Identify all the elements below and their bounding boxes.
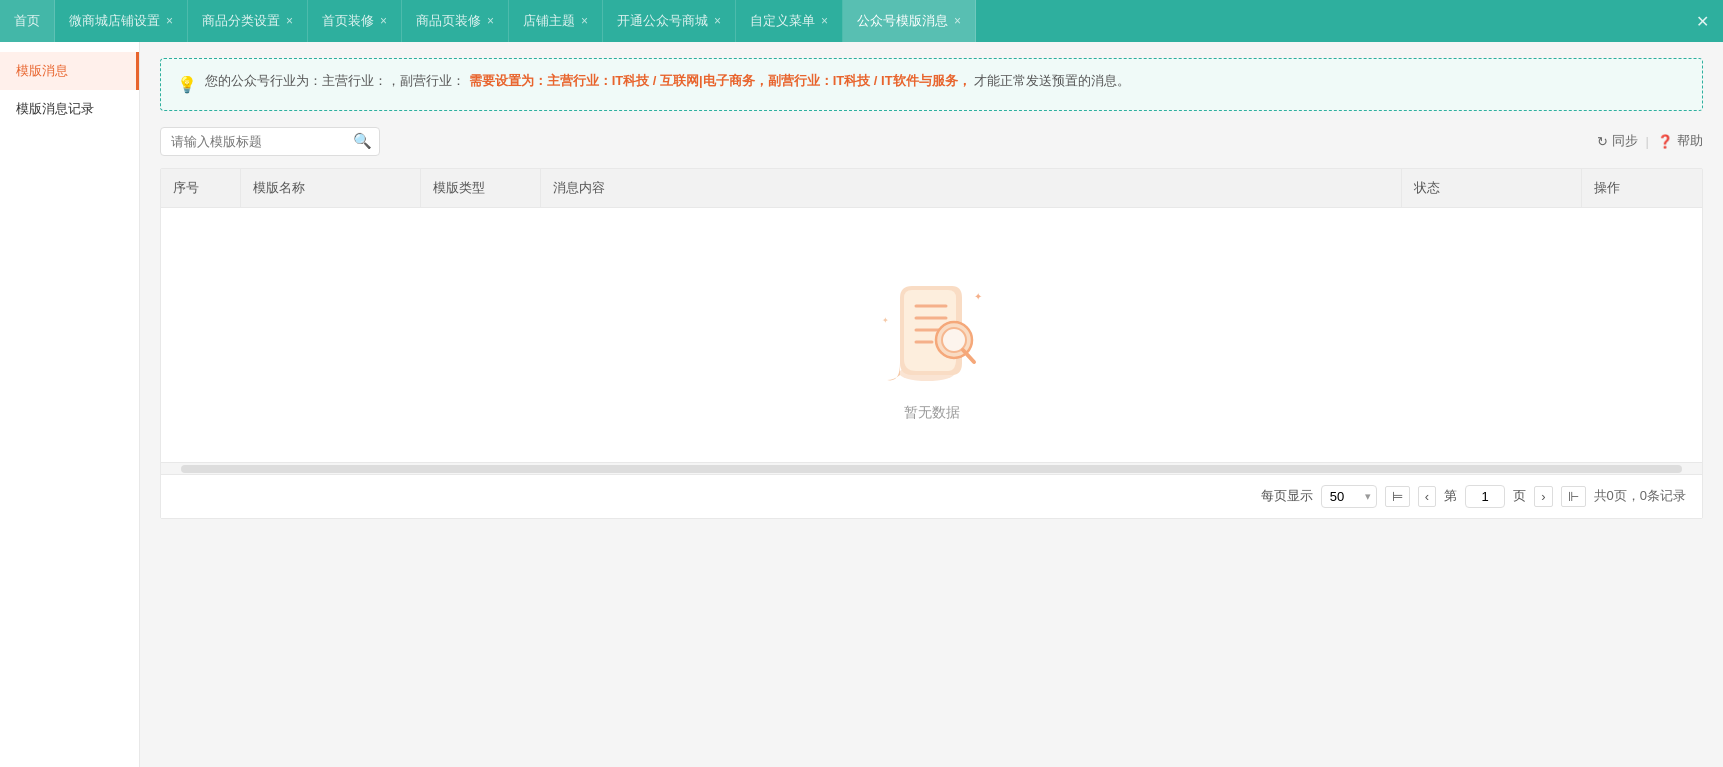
page-label-suffix: 页 <box>1513 487 1526 505</box>
tab-home-label: 首页 <box>14 12 40 30</box>
top-navigation: 首页 微商城店铺设置 × 商品分类设置 × 首页装修 × 商品页装修 × 店铺主… <box>0 0 1723 42</box>
next-page-button[interactable]: › <box>1534 486 1552 507</box>
tab-product-decor-label: 商品页装修 <box>416 12 481 30</box>
tab-template-msg-label: 公众号模版消息 <box>857 12 948 30</box>
notice-box: 💡 您的公众号行业为：主营行业：，副营行业： 需要设置为：主营行业：IT科技 /… <box>160 58 1703 111</box>
empty-state: ✦ ✦ 暂无数据 <box>161 208 1702 462</box>
total-info: 共0页，0条记录 <box>1594 487 1686 505</box>
close-all-button[interactable]: ✕ <box>1682 0 1723 42</box>
tab-shop-settings-label: 微商城店铺设置 <box>69 12 160 30</box>
search-bar: 🔍 ↻ 同步 | ❓ 帮助 <box>160 127 1703 156</box>
col-name: 模版名称 <box>241 169 421 207</box>
per-page-select-wrapper: 50 10 20 100 ▾ <box>1321 485 1377 508</box>
search-input-wrapper: 🔍 <box>160 127 380 156</box>
tab-home[interactable]: 首页 <box>0 0 55 42</box>
col-index: 序号 <box>161 169 241 207</box>
divider: | <box>1646 134 1649 149</box>
tab-product-decor-close[interactable]: × <box>487 14 494 28</box>
tab-open-mall[interactable]: 开通公众号商城 × <box>603 0 736 42</box>
tab-home-decor[interactable]: 首页装修 × <box>308 0 402 42</box>
notice-icon: 💡 <box>177 72 197 98</box>
tab-shop-theme-label: 店铺主题 <box>523 12 575 30</box>
page-label-prefix: 第 <box>1444 487 1457 505</box>
sync-icon: ↻ <box>1597 134 1608 149</box>
per-page-label: 每页显示 <box>1261 487 1313 505</box>
notice-text: 您的公众号行业为：主营行业：，副营行业： 需要设置为：主营行业：IT科技 / 互… <box>205 71 1130 92</box>
tab-home-decor-close[interactable]: × <box>380 14 387 28</box>
scrollbar-area[interactable] <box>161 462 1702 474</box>
help-label[interactable]: 帮助 <box>1677 132 1703 150</box>
last-page-button[interactable]: ⊩ <box>1561 486 1586 507</box>
tab-open-mall-close[interactable]: × <box>714 14 721 28</box>
tab-product-decor[interactable]: 商品页装修 × <box>402 0 509 42</box>
tab-custom-menu[interactable]: 自定义菜单 × <box>736 0 843 42</box>
sidebar-item-template-message[interactable]: 模版消息 <box>0 52 139 90</box>
tab-product-category-close[interactable]: × <box>286 14 293 28</box>
empty-text: 暂无数据 <box>904 404 960 422</box>
sidebar: 模版消息 模版消息记录 <box>0 42 140 767</box>
prev-page-button[interactable]: ‹ <box>1418 486 1436 507</box>
search-left: 🔍 <box>160 127 380 156</box>
svg-text:✦: ✦ <box>882 316 889 325</box>
tab-home-decor-label: 首页装修 <box>322 12 374 30</box>
empty-illustration: ✦ ✦ <box>872 268 992 388</box>
sidebar-item-template-record[interactable]: 模版消息记录 <box>0 90 139 128</box>
tab-custom-menu-label: 自定义菜单 <box>750 12 815 30</box>
tab-custom-menu-close[interactable]: × <box>821 14 828 28</box>
content-area: 💡 您的公众号行业为：主营行业：，副营行业： 需要设置为：主营行业：IT科技 /… <box>140 42 1723 767</box>
tab-shop-theme-close[interactable]: × <box>581 14 588 28</box>
tab-template-msg[interactable]: 公众号模版消息 × <box>843 0 976 42</box>
notice-prefix: 您的公众号行业为：主营行业：，副营行业： <box>205 73 465 88</box>
tab-open-mall-label: 开通公众号商城 <box>617 12 708 30</box>
tab-shop-settings[interactable]: 微商城店铺设置 × <box>55 0 188 42</box>
tab-shop-theme[interactable]: 店铺主题 × <box>509 0 603 42</box>
search-right: ↻ 同步 | ❓ 帮助 <box>1597 132 1703 150</box>
scrollbar-track[interactable] <box>181 465 1682 473</box>
col-type: 模版类型 <box>421 169 541 207</box>
data-table: 序号 模版名称 模版类型 消息内容 状态 操作 <box>160 168 1703 519</box>
notice-highlight: 需要设置为：主营行业：IT科技 / 互联网|电子商务，副营行业：IT科技 / I… <box>469 73 971 88</box>
col-status: 状态 <box>1402 169 1582 207</box>
table-header: 序号 模版名称 模版类型 消息内容 状态 操作 <box>161 169 1702 208</box>
tab-shop-settings-close[interactable]: × <box>166 14 173 28</box>
col-action: 操作 <box>1582 169 1702 207</box>
tab-product-category[interactable]: 商品分类设置 × <box>188 0 308 42</box>
col-content: 消息内容 <box>541 169 1402 207</box>
sync-label[interactable]: 同步 <box>1612 132 1638 150</box>
search-icon[interactable]: 🔍 <box>353 132 372 150</box>
per-page-select[interactable]: 50 10 20 100 <box>1321 485 1377 508</box>
tab-product-category-label: 商品分类设置 <box>202 12 280 30</box>
tab-template-msg-close[interactable]: × <box>954 14 961 28</box>
help-icon: ❓ <box>1657 134 1673 149</box>
pagination: 每页显示 50 10 20 100 ▾ ⊨ ‹ 第 页 › ⊩ 共0页，0 <box>161 474 1702 518</box>
main-layout: 模版消息 模版消息记录 💡 您的公众号行业为：主营行业：，副营行业： 需要设置为… <box>0 42 1723 767</box>
search-input[interactable] <box>160 127 380 156</box>
notice-suffix: 才能正常发送预置的消息。 <box>974 73 1130 88</box>
first-page-button[interactable]: ⊨ <box>1385 486 1410 507</box>
sidebar-item-template-record-label: 模版消息记录 <box>16 101 94 116</box>
page-number-input[interactable] <box>1465 485 1505 508</box>
sidebar-item-template-message-label: 模版消息 <box>16 63 68 78</box>
svg-text:✦: ✦ <box>974 291 982 302</box>
